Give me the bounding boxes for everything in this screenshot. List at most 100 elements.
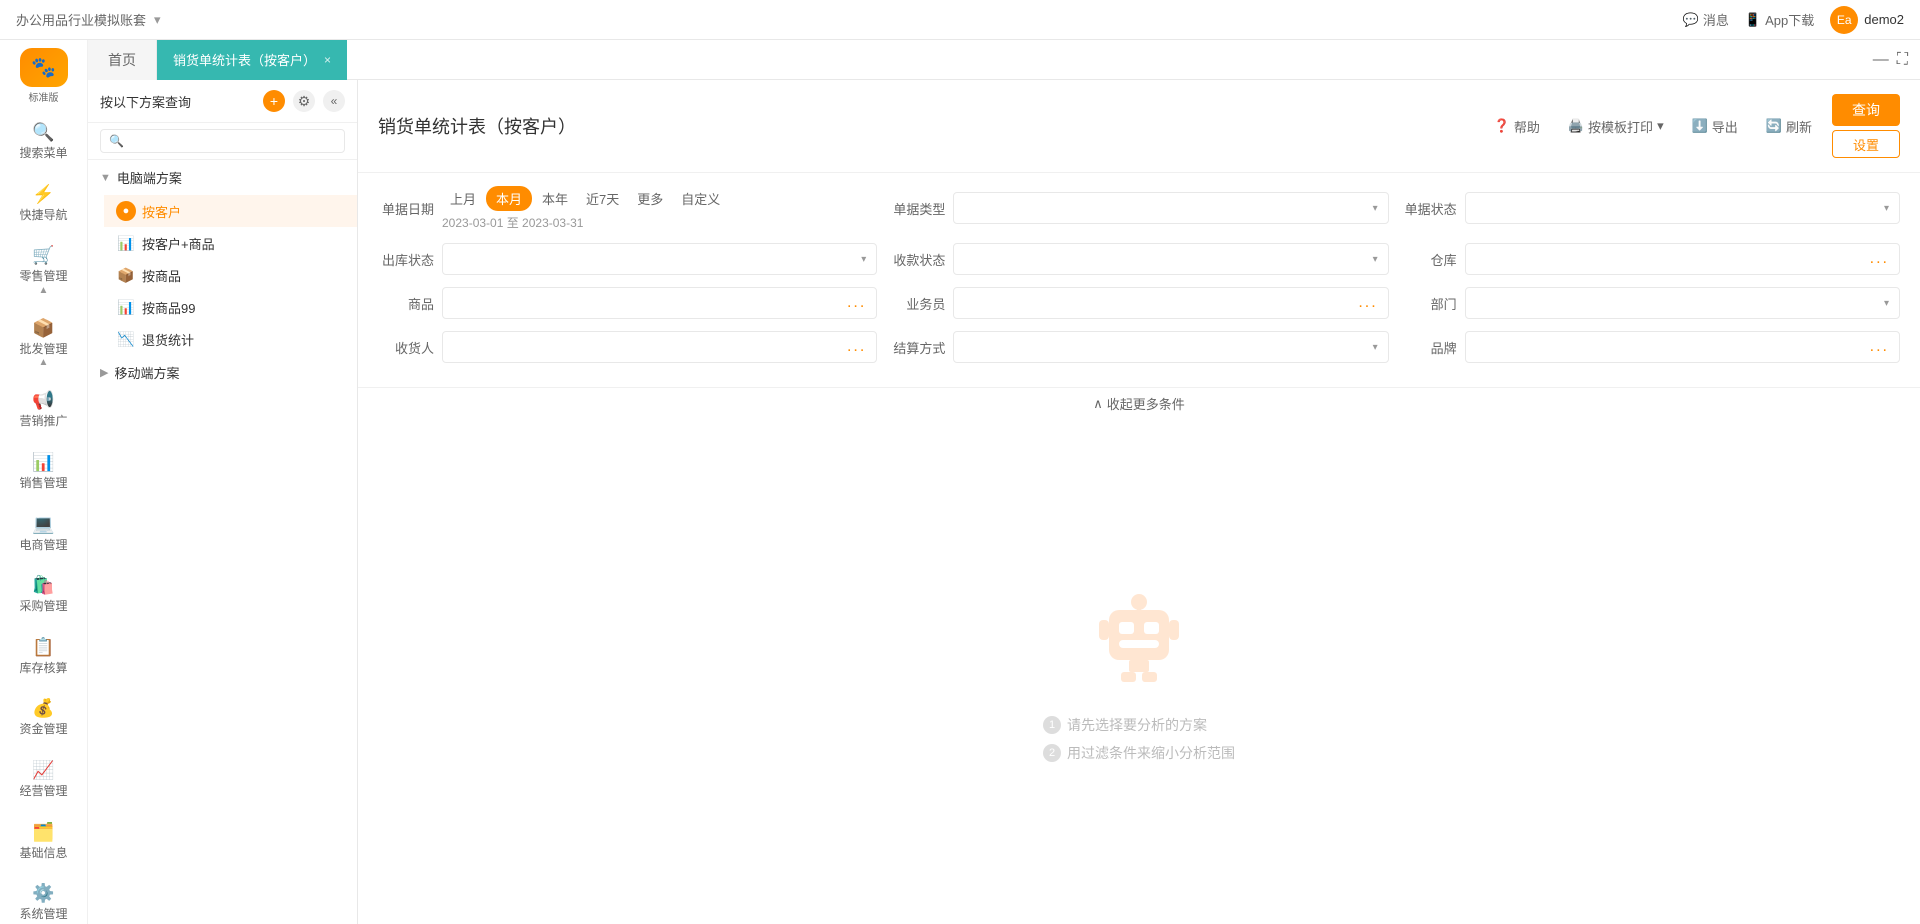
- tree-mobile-group[interactable]: ▶ 移动端方案: [88, 355, 357, 390]
- date-btn-last-month[interactable]: 上月: [442, 185, 484, 212]
- filter-department-input[interactable]: ▾: [1465, 287, 1900, 319]
- filter-area: 单据日期 上月 本月 本年 近7天 更多 自定义: [358, 173, 1920, 387]
- filter-product-input[interactable]: ...: [442, 287, 877, 319]
- system-icon: ⚙️: [32, 883, 54, 904]
- doc-status-chevron: ▾: [1884, 203, 1889, 214]
- left-panel-title: 按以下方案查询: [100, 92, 255, 111]
- minimize-button[interactable]: —: [1873, 51, 1889, 69]
- sidebar-item-basic[interactable]: 🗂️ 基础信息: [4, 812, 84, 872]
- filter-brand-input[interactable]: ...: [1465, 331, 1900, 363]
- sidebar-item-ecommerce[interactable]: 💻 电商管理: [4, 504, 84, 564]
- message-icon: 💬: [1683, 12, 1699, 28]
- tree-item-by-customer-product[interactable]: 📊 按客户+商品: [104, 227, 357, 259]
- filter-out-status-input[interactable]: ▾: [442, 243, 877, 275]
- settings-scheme-button[interactable]: ⚙: [293, 90, 315, 112]
- filter-out-status-cell: 出库状态 ▾: [378, 243, 877, 275]
- message-button[interactable]: 💬 消息: [1683, 10, 1729, 29]
- filter-doc-type-input[interactable]: ▾: [953, 192, 1388, 224]
- quicknav-icon: ⚡: [32, 184, 54, 205]
- empty-state: 1 请先选择要分析的方案 2 用过滤条件来缩小分析范围: [358, 419, 1920, 924]
- tab-home[interactable]: 首页: [88, 40, 157, 80]
- date-btn-last-7[interactable]: 近7天: [578, 185, 627, 212]
- sidebar-item-sales[interactable]: 📊 销售管理: [4, 442, 84, 502]
- receiver-dots[interactable]: ...: [847, 338, 866, 356]
- filter-payment-method-input[interactable]: ▾: [953, 331, 1388, 363]
- topbar-left: 办公用品行业模拟账套 ▾: [16, 10, 161, 29]
- sidebar-item-search[interactable]: 🔍 搜索菜单: [4, 112, 84, 172]
- inventory-label: 库存核算: [19, 661, 67, 677]
- export-button[interactable]: ⬇️ 导出: [1684, 113, 1746, 140]
- user-profile[interactable]: Ea demo2: [1830, 6, 1904, 34]
- warehouse-dots[interactable]: ...: [1870, 250, 1889, 268]
- maximize-button[interactable]: ⛶: [1897, 51, 1908, 69]
- template-print-button[interactable]: 🖨️ 按模板打印 ▾: [1560, 113, 1672, 140]
- tree-desktop-children: ● 按客户 📊 按客户+商品 📦 按商品 📊: [88, 195, 357, 355]
- filter-receiver-input[interactable]: ...: [442, 331, 877, 363]
- scheme-search-input[interactable]: 🔍: [100, 129, 345, 153]
- filter-doc-status-input[interactable]: ▾: [1465, 192, 1900, 224]
- out-status-chevron: ▾: [861, 254, 866, 265]
- sales-label: 销售管理: [19, 476, 67, 492]
- date-btn-this-month[interactable]: 本月: [486, 186, 532, 211]
- tab-active[interactable]: 销货单统计表（按客户） ×: [157, 40, 347, 80]
- tree-item-by-product-99[interactable]: 📊 按商品99: [104, 291, 357, 323]
- collapse-panel-button[interactable]: «: [323, 90, 345, 112]
- query-settings-group: 查询 设置: [1832, 94, 1900, 158]
- collapse-label: 收起更多条件: [1107, 394, 1185, 413]
- brand-dots[interactable]: ...: [1870, 338, 1889, 356]
- tree-desktop-group[interactable]: ▼ 电脑端方案: [88, 160, 357, 195]
- help-button[interactable]: ❓ 帮助: [1486, 113, 1548, 140]
- sidebar-item-marketing[interactable]: 📢 营销推广: [4, 380, 84, 440]
- filter-row-2: 出库状态 ▾ 收款状态 ▾: [378, 243, 1900, 275]
- sidebar-item-inventory[interactable]: 📋 库存核算: [4, 627, 84, 687]
- wholesale-label: 批发管理: [19, 342, 67, 358]
- hint-1-text: 请先选择要分析的方案: [1067, 715, 1207, 735]
- app-download-button[interactable]: 📱 App下载: [1745, 10, 1814, 29]
- sidebar-item-wholesale[interactable]: 📦 批发管理 ▲: [4, 308, 84, 379]
- salesperson-dots[interactable]: ...: [1358, 294, 1377, 312]
- filter-department-cell: 部门 ▾: [1401, 287, 1900, 319]
- main-header: 销货单统计表（按客户） ❓ 帮助 🖨️ 按模板打印 ▾: [358, 80, 1920, 173]
- add-scheme-button[interactable]: +: [263, 90, 285, 112]
- query-button[interactable]: 查询: [1832, 94, 1900, 126]
- export-label: 导出: [1712, 117, 1738, 136]
- tree-item-return-stats[interactable]: 📉 退货统计: [104, 323, 357, 355]
- main-panel: 销货单统计表（按客户） ❓ 帮助 🖨️ 按模板打印 ▾: [358, 80, 1920, 924]
- filter-date-label: 单据日期: [378, 199, 434, 218]
- tree-item-label: 按商品99: [142, 298, 195, 317]
- date-btn-more[interactable]: 更多: [629, 185, 671, 212]
- product-dots[interactable]: ...: [847, 294, 866, 312]
- active-indicator: ●: [116, 201, 136, 221]
- filter-salesperson-input[interactable]: ...: [953, 287, 1388, 319]
- app-dropdown-icon[interactable]: ▾: [154, 12, 161, 28]
- tab-close-button[interactable]: ×: [324, 53, 331, 67]
- filter-collection-status-input[interactable]: ▾: [953, 243, 1388, 275]
- sidebar-item-operations[interactable]: 📈 经营管理: [4, 750, 84, 810]
- sidebar-item-system[interactable]: ⚙️ 系统管理: [4, 873, 84, 924]
- doc-type-chevron: ▾: [1373, 203, 1378, 214]
- date-btn-this-year[interactable]: 本年: [534, 185, 576, 212]
- print-dropdown-icon: ▾: [1657, 118, 1664, 134]
- right-area: 首页 销货单统计表（按客户） × — ⛶ 按以下方案查询 +: [88, 40, 1920, 924]
- tree-expand-icon: ▼: [100, 172, 111, 184]
- date-btn-custom[interactable]: 自定义: [673, 185, 728, 212]
- wholesale-arrow: ▲: [39, 357, 49, 368]
- tree-item-by-customer[interactable]: ● 按客户: [104, 195, 357, 227]
- filter-brand-cell: 品牌 ...: [1401, 331, 1900, 363]
- tree-item-by-product[interactable]: 📦 按商品: [104, 259, 357, 291]
- filter-row-3: 商品 ... 业务员 ...: [378, 287, 1900, 319]
- refresh-button[interactable]: 🔄 刷新: [1758, 113, 1820, 140]
- filter-warehouse-input[interactable]: ...: [1465, 243, 1900, 275]
- search-icon: 🔍: [32, 122, 54, 143]
- filter-payment-method-label: 结算方式: [889, 338, 945, 357]
- sidebar-item-purchase[interactable]: 🛍️ 采购管理: [4, 565, 84, 625]
- tree-item-label: 退货统计: [142, 330, 194, 349]
- filter-payment-method-cell: 结算方式 ▾: [889, 331, 1388, 363]
- sidebar-item-finance[interactable]: 💰 资金管理: [4, 688, 84, 748]
- sidebar-item-quicknav[interactable]: ⚡ 快捷导航: [4, 174, 84, 234]
- sidebar-item-retail[interactable]: 🛒 零售管理 ▲: [4, 235, 84, 306]
- finance-icon: 💰: [32, 698, 54, 719]
- settings-button[interactable]: 设置: [1832, 130, 1900, 158]
- collapse-filter-button[interactable]: ∧ 收起更多条件: [358, 387, 1920, 419]
- export-icon: ⬇️: [1692, 118, 1708, 134]
